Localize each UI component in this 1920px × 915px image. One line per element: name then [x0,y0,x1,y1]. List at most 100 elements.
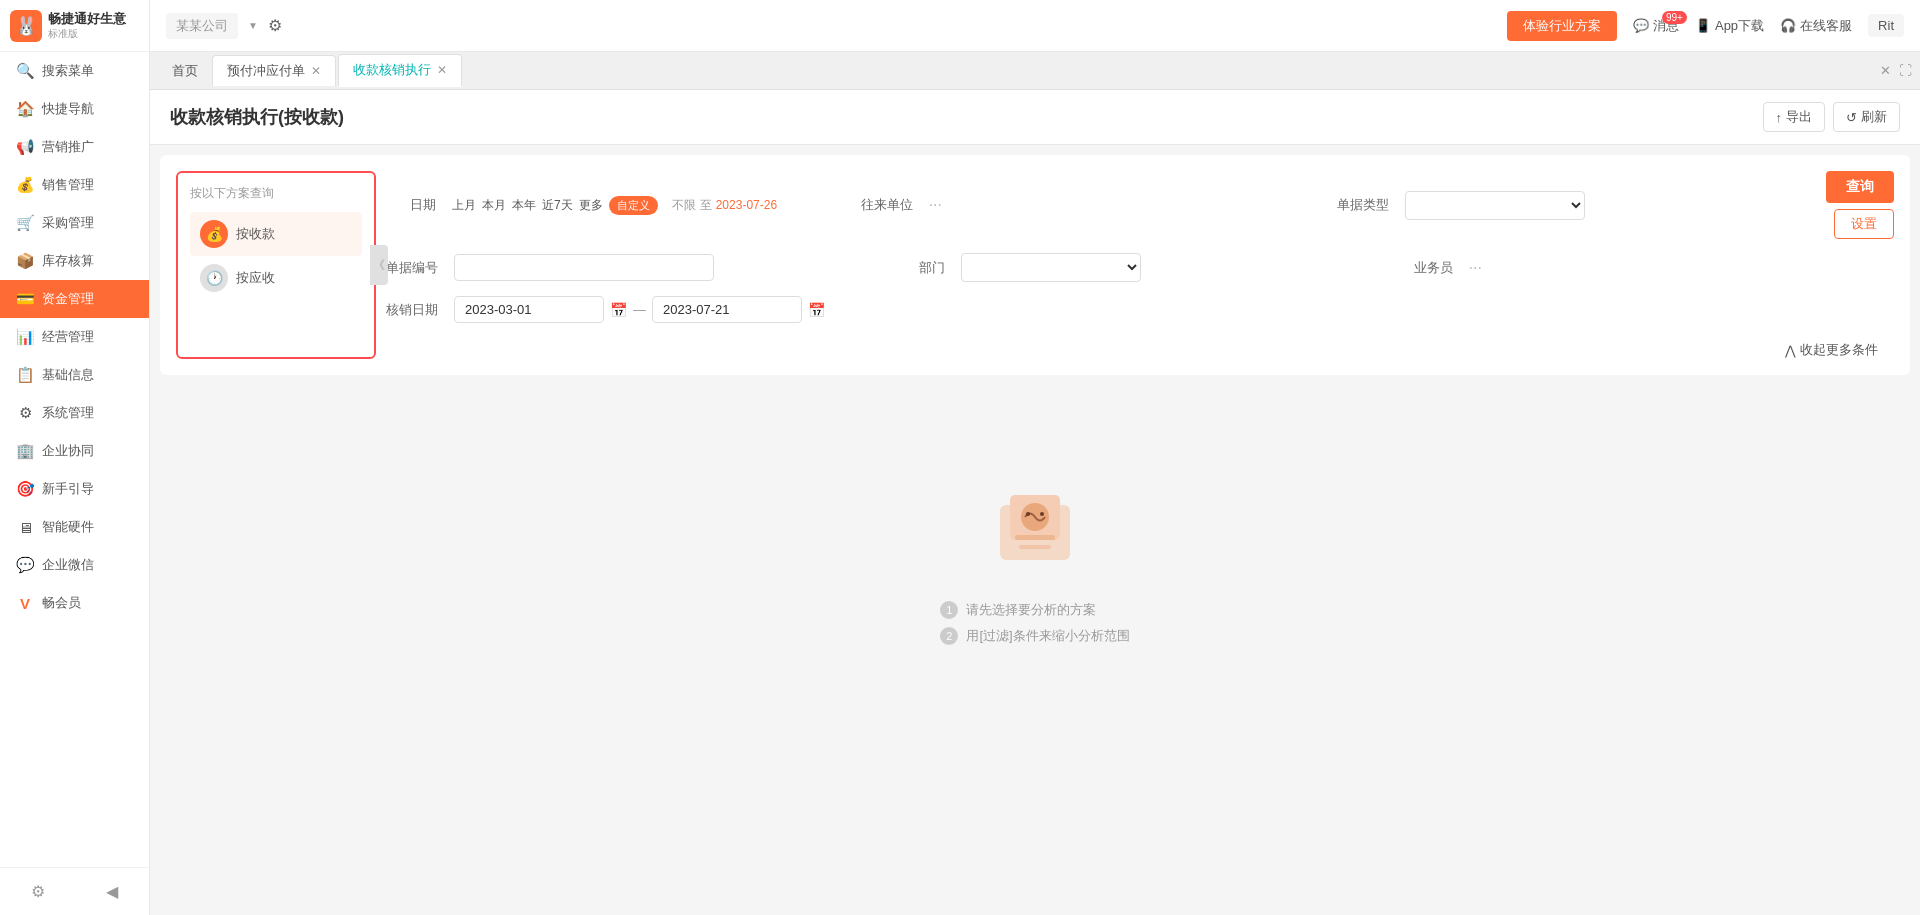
message-icon: 💬 [1633,18,1649,33]
setting-button[interactable]: 设置 [1834,209,1894,239]
sidebar-item-business[interactable]: 📊 经营管理 [0,318,149,356]
counterpart-dots[interactable]: ··· [929,196,942,214]
search-menu-icon: 🔍 [16,62,34,80]
trial-industry-button[interactable]: 体验行业方案 [1507,11,1617,41]
online-service-item[interactable]: 🎧 在线客服 [1780,17,1852,35]
top-header: 某某公司 ▼ ⚙ 体验行业方案 💬 消息 99+ 📱 App下载 🎧 在线客服 … [150,0,1920,52]
tab-prepay[interactable]: 预付冲应付单 ✕ [212,55,336,86]
date-value-display: 2023-07-26 [716,198,777,212]
collapse-more-btn[interactable]: ⋀ 收起更多条件 [386,337,1894,359]
tab-collection-label: 收款核销执行 [353,61,431,79]
verify-date-start-input[interactable] [454,296,604,323]
basic-info-icon: 📋 [16,366,34,384]
online-service-icon: 🎧 [1780,18,1796,33]
sidebar-item-sales[interactable]: 💰 销售管理 [0,166,149,204]
page-header: 收款核销执行(按收款) ↑ 导出 ↺ 刷新 [150,90,1920,145]
sidebar-nav: 🔍 搜索菜单 🏠 快捷导航 📢 营销推广 💰 销售管理 🛒 采购管理 📦 库存核… [0,52,149,867]
doc-no-input[interactable] [454,254,714,281]
purchase-icon: 🛒 [16,214,34,232]
sidebar-item-label: 销售管理 [42,176,94,194]
header-right: 体验行业方案 💬 消息 99+ 📱 App下载 🎧 在线客服 Rit [1507,11,1904,41]
empty-hints: 1 请先选择要分析的方案 2 用[过滤]条件来缩小分析范围 [940,601,1129,645]
date-last-month-link[interactable]: 上月 [452,197,476,214]
sidebar-item-finance[interactable]: 💳 资金管理 [0,280,149,318]
sidebar-item-guide[interactable]: 🎯 新手引导 [0,470,149,508]
page-content: 收款核销执行(按收款) ↑ 导出 ↺ 刷新 按以下方案查询 [150,90,1920,685]
sidebar-footer: ⚙ ◀ [0,867,149,915]
tab-close-all-icon[interactable]: ✕ [1880,63,1891,78]
verify-date-label: 核销日期 [386,301,438,319]
verify-date-range: 📅 — 📅 [454,296,825,323]
receivable-icon: 🕐 [200,264,228,292]
app-download-item[interactable]: 📱 App下载 [1695,17,1764,35]
sidebar-item-member[interactable]: V 畅会员 [0,584,149,622]
sidebar-item-system[interactable]: ⚙ 系统管理 [0,394,149,432]
sidebar-item-purchase[interactable]: 🛒 采购管理 [0,204,149,242]
verify-date-end-input[interactable] [652,296,802,323]
date-custom-tag[interactable]: 自定义 [609,196,658,215]
sidebar-item-quick-nav[interactable]: 🏠 快捷导航 [0,90,149,128]
sidebar-item-label: 智能硬件 [42,518,94,536]
main-content: 某某公司 ▼ ⚙ 体验行业方案 💬 消息 99+ 📱 App下载 🎧 在线客服 … [150,0,1920,915]
tab-collection-close-icon[interactable]: ✕ [437,63,447,77]
sidebar-item-hardware[interactable]: 🖥 智能硬件 [0,508,149,546]
hint-num-1: 1 [940,601,958,619]
export-button[interactable]: ↑ 导出 [1763,102,1826,132]
filter-receipt-label: 按收款 [236,225,275,243]
date-to-label: 至 [700,197,712,214]
sales-dots[interactable]: ··· [1469,259,1482,277]
svg-point-4 [1040,512,1044,516]
sidebar-item-label: 企业协同 [42,442,94,460]
company-dropdown-icon[interactable]: ▼ [248,20,258,31]
filter-actions: 查询 设置 [1814,171,1894,239]
sidebar-item-label: 基础信息 [42,366,94,384]
date-range-dash: — [633,302,646,317]
filter-panel-collapse-btn[interactable]: 《 [370,245,388,285]
verify-date-end-calendar-icon[interactable]: 📅 [808,302,825,318]
sidebar-item-label: 新手引导 [42,480,94,498]
sidebar-item-wechat[interactable]: 💬 企业微信 [0,546,149,584]
message-item[interactable]: 💬 消息 99+ [1633,17,1679,35]
user-account-item[interactable]: Rit [1868,14,1904,37]
company-name: 某某公司 [166,13,238,39]
date-this-year-link[interactable]: 本年 [512,197,536,214]
content-area: 收款核销执行(按收款) ↑ 导出 ↺ 刷新 按以下方案查询 [150,90,1920,915]
date-7days-link[interactable]: 近7天 [542,197,573,214]
filter-row-3: 核销日期 📅 — 📅 [386,296,1894,323]
hardware-icon: 🖥 [16,519,34,536]
tab-bar-right: ✕ ⛶ [1880,63,1912,78]
sidebar-settings-btn[interactable]: ⚙ [31,882,45,901]
empty-hint-1: 1 请先选择要分析的方案 [940,601,1129,619]
system-icon: ⚙ [16,404,34,422]
verify-date-start-calendar-icon[interactable]: 📅 [610,302,627,318]
app-title: 畅捷通好生意 [48,11,126,28]
tab-prepay-close-icon[interactable]: ✕ [311,64,321,78]
tab-home[interactable]: 首页 [158,56,212,86]
header-gear-button[interactable]: ⚙ [268,16,282,35]
sidebar-collapse-btn[interactable]: ◀ [106,882,118,901]
sales-label: 业务员 [1403,259,1453,277]
refresh-button[interactable]: ↺ 刷新 [1833,102,1900,132]
verify-date-field: 📅 — 📅 [454,296,1894,323]
sidebar-item-search-menu[interactable]: 🔍 搜索菜单 [0,52,149,90]
query-button[interactable]: 查询 [1826,171,1894,203]
tab-expand-icon[interactable]: ⛶ [1899,63,1912,78]
online-service-label: 在线客服 [1800,17,1852,35]
date-this-month-link[interactable]: 本月 [482,197,506,214]
filter-by-receipt[interactable]: 💰 按收款 [190,212,362,256]
collapse-chevron-icon: ⋀ [1785,343,1796,358]
sales-field: ··· [1469,259,1894,277]
tab-collection[interactable]: 收款核销执行 ✕ [338,54,462,87]
enterprise-icon: 🏢 [16,442,34,460]
sidebar-item-marketing[interactable]: 📢 营销推广 [0,128,149,166]
filter-by-receivable[interactable]: 🕐 按应收 [190,256,362,300]
sidebar-item-inventory[interactable]: 📦 库存核算 [0,242,149,280]
dept-select[interactable] [961,253,1141,282]
date-more-link[interactable]: 更多 [579,197,603,214]
app-download-label: App下载 [1715,17,1764,35]
sidebar-item-basic-info[interactable]: 📋 基础信息 [0,356,149,394]
hint-text-2: 用[过滤]条件来缩小分析范围 [966,627,1129,645]
doc-type-select[interactable] [1405,191,1585,220]
sidebar-item-enterprise[interactable]: 🏢 企业协同 [0,432,149,470]
inventory-icon: 📦 [16,252,34,270]
